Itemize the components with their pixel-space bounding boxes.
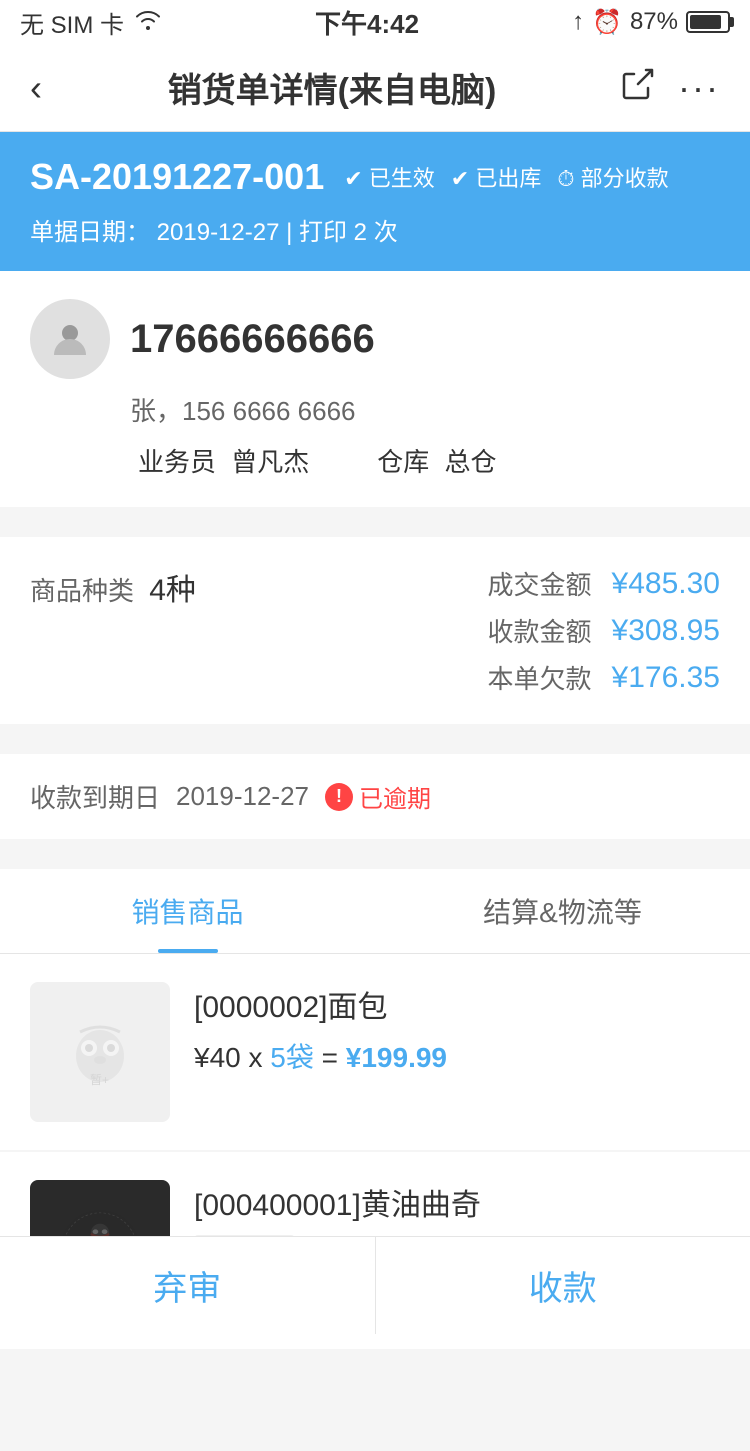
customer-top: 17666666666	[30, 299, 720, 379]
status-right: ↑ ⏰ 87%	[572, 8, 730, 37]
warehouse-item: 仓库 总仓	[369, 442, 496, 479]
separator1	[0, 521, 750, 537]
share-icon[interactable]	[622, 68, 654, 108]
customer-phone: 17666666666	[130, 317, 375, 362]
overdue-icon: !	[325, 783, 353, 811]
order-date: 2019-12-27	[157, 219, 280, 246]
due-label: 收款到期日	[30, 778, 160, 815]
product-price-1: ¥40 x 5袋 = ¥199.99	[194, 1036, 720, 1076]
status-bar: 无 SIM 卡 下午4:42 ↑ ⏰ 87%	[0, 0, 750, 44]
debt-value: ¥176.35	[612, 661, 720, 695]
battery-fill	[690, 15, 721, 29]
tab-settlement[interactable]: 结算&物流等	[375, 869, 750, 953]
battery-percent: 87%	[630, 8, 678, 36]
warehouse-name: 总仓	[445, 447, 497, 477]
tab-sales-label: 销售商品	[131, 891, 243, 931]
carrier-label: 无 SIM 卡	[20, 5, 124, 40]
staff-item: 业务员 曾凡杰	[130, 442, 309, 479]
location-icon: ↑	[572, 8, 584, 36]
summary-right: 成交金额 ¥485.30 收款金额 ¥308.95 本单欠款 ¥176.35	[488, 565, 720, 696]
product-thumb-1: 暂+	[30, 982, 170, 1122]
header-banner: SA-20191227-001 ✔ 已生效 ✔ 已出库 ⏱ 部分收款 单据日期：…	[0, 132, 750, 271]
nav-actions: ···	[622, 67, 720, 109]
print-info: | 打印 2 次	[286, 219, 398, 246]
summary-section: 商品种类 4种 成交金额 ¥485.30 收款金额 ¥308.95 本单欠款 ¥…	[0, 537, 750, 724]
tabs-section: 销售商品 结算&物流等	[0, 869, 750, 954]
overdue-text: 已逾期	[359, 779, 431, 814]
alarm-icon: ⏰	[592, 8, 622, 37]
staff-label: 业务员	[138, 447, 216, 477]
received-label: 收款金额	[488, 612, 592, 649]
customer-section: 17666666666 张，156 6666 6666 业务员 曾凡杰 仓库 总…	[0, 271, 750, 507]
staff-name: 曾凡杰	[231, 447, 309, 477]
date-label: 单据日期：	[30, 219, 150, 246]
banner-row1: SA-20191227-001 ✔ 已生效 ✔ 已出库 ⏱ 部分收款	[30, 156, 720, 198]
received-value: ¥308.95	[612, 614, 720, 648]
product-info-1: [0000002]面包 ¥40 x 5袋 = ¥199.99	[194, 982, 720, 1122]
deal-amount-value: ¥485.30	[612, 567, 720, 601]
tab-settlement-label: 结算&物流等	[483, 891, 642, 931]
product-item-1: 暂+ [0000002]面包 ¥40 x 5袋 = ¥199.99	[0, 954, 750, 1150]
customer-meta: 业务员 曾凡杰 仓库 总仓	[130, 442, 720, 479]
cancel-review-label: 弃审	[153, 1261, 221, 1310]
banner-date-row: 单据日期： 2019-12-27 | 打印 2 次	[30, 212, 720, 247]
bottom-bar: 弃审 收款	[0, 1236, 750, 1334]
status-effective: ✔ 已生效	[344, 161, 435, 193]
category-label: 商品种类	[30, 576, 134, 606]
product-name-2: [000400001]黄油曲奇	[194, 1180, 720, 1224]
bottom-spacer	[0, 1351, 750, 1451]
collect-payment-button[interactable]: 收款	[376, 1237, 750, 1334]
more-icon[interactable]: ···	[678, 67, 720, 109]
avatar	[30, 299, 110, 379]
warehouse-label: 仓库	[377, 447, 429, 477]
battery-bar	[686, 11, 730, 33]
back-button[interactable]: ‹	[30, 67, 42, 109]
collect-payment-label: 收款	[529, 1261, 597, 1310]
deal-amount-label: 成交金额	[488, 565, 592, 602]
category-value: 4种	[149, 574, 196, 607]
status-shipped: ✔ 已出库	[451, 161, 542, 193]
overdue-badge: ! 已逾期	[325, 779, 431, 814]
page-title: 销货单详情(来自电脑)	[168, 63, 497, 112]
debt-label: 本单欠款	[488, 659, 592, 696]
order-id: SA-20191227-001	[30, 156, 324, 198]
summary-left: 商品种类 4种	[30, 565, 196, 609]
due-section: 收款到期日 2019-12-27 ! 已逾期	[0, 754, 750, 839]
wifi-icon	[134, 8, 162, 37]
product-name-1: [0000002]面包	[194, 982, 720, 1026]
received-row: 收款金额 ¥308.95	[488, 612, 720, 649]
debt-row: 本单欠款 ¥176.35	[488, 659, 720, 696]
tab-sales-products[interactable]: 销售商品	[0, 869, 375, 953]
customer-name-phone: 张，156 6666 6666	[130, 391, 720, 428]
separator3	[0, 853, 750, 869]
tabs-row: 销售商品 结算&物流等	[0, 869, 750, 953]
status-left: 无 SIM 卡	[20, 5, 162, 40]
deal-amount-row: 成交金额 ¥485.30	[488, 565, 720, 602]
due-date: 2019-12-27	[176, 781, 309, 812]
separator2	[0, 738, 750, 754]
status-partial: ⏱ 部分收款	[557, 161, 668, 193]
cancel-review-button[interactable]: 弃审	[0, 1237, 376, 1334]
svg-text:暂+: 暂+	[90, 1073, 109, 1087]
status-time: 下午4:42	[315, 4, 419, 41]
nav-bar: ‹ 销货单详情(来自电脑) ···	[0, 44, 750, 132]
status-tags: ✔ 已生效 ✔ 已出库 ⏱ 部分收款	[344, 161, 668, 193]
